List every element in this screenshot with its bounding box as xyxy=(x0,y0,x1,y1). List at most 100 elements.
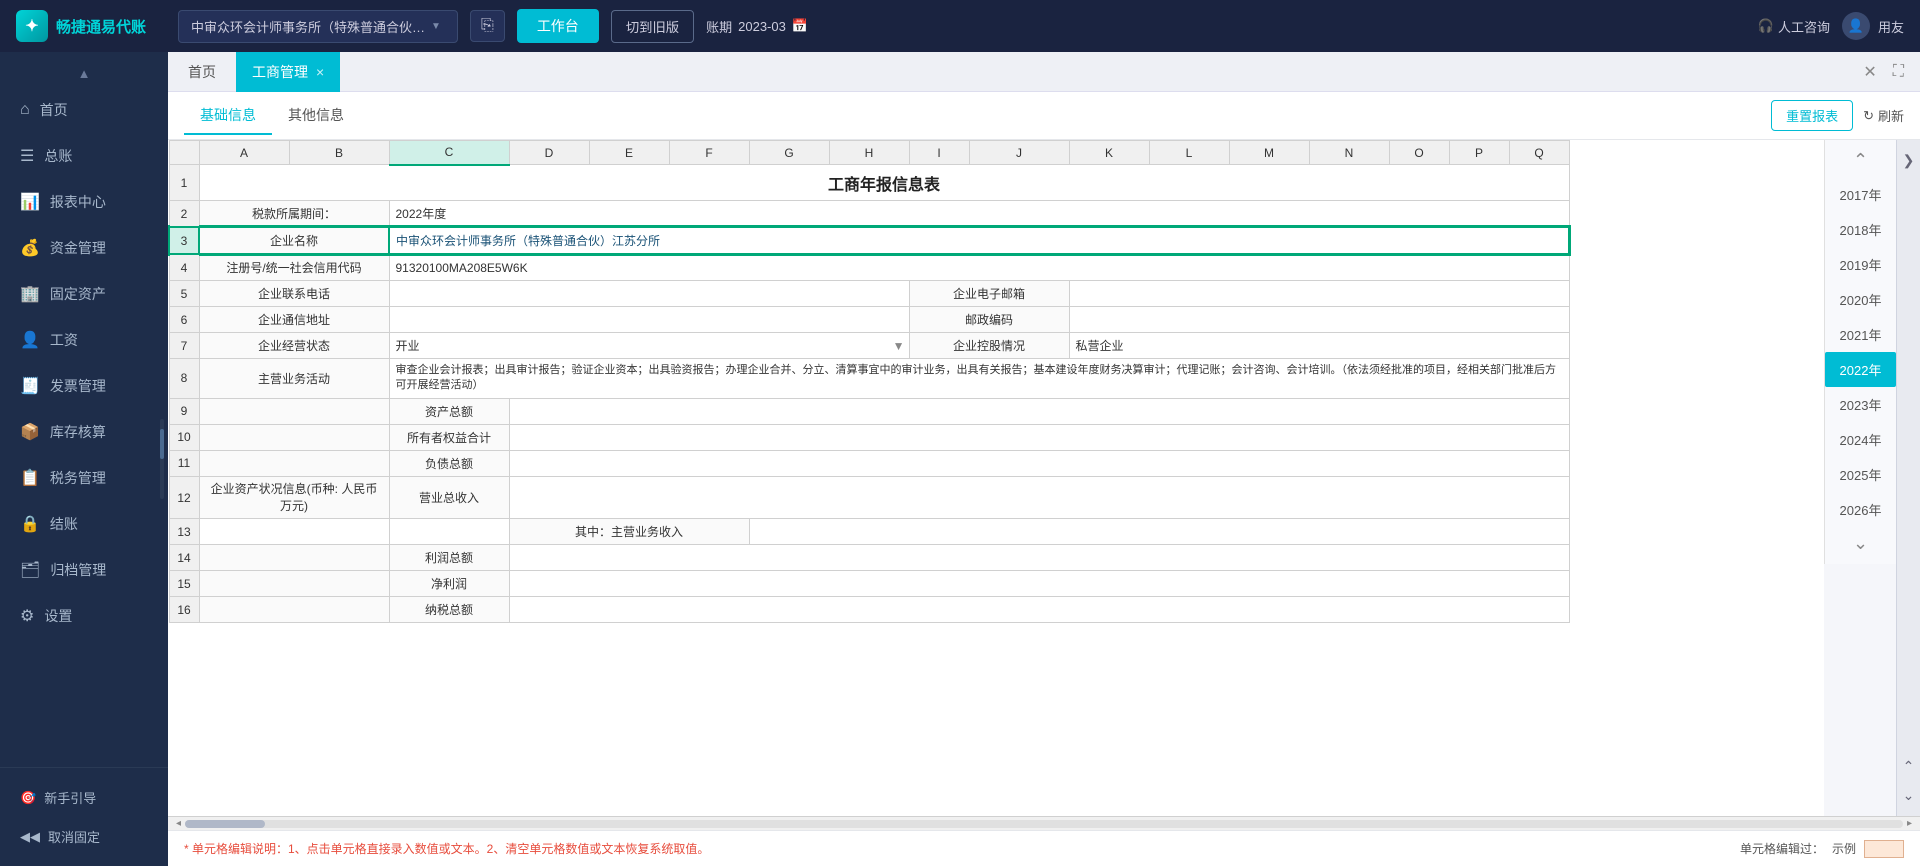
sub-tab-other[interactable]: 其他信息 xyxy=(272,97,360,135)
company-selector[interactable]: 中审众环会计师事务所（特殊普通合伙… ▼ xyxy=(178,10,458,43)
calendar-icon[interactable]: 📅 xyxy=(792,18,808,34)
row-num-16: 16 xyxy=(169,597,199,623)
year-nav-up[interactable]: ⌃ xyxy=(1825,144,1896,177)
biz-status-value[interactable]: 开业 ▼ xyxy=(389,333,909,359)
sidebar-label-home: 首页 xyxy=(40,100,68,120)
liabilities-label: 负债总额 xyxy=(389,450,509,476)
reset-report-button[interactable]: 重置报表 xyxy=(1771,100,1853,131)
workbench-button[interactable]: 工作台 xyxy=(517,9,599,43)
scroll-up-button[interactable]: ⌃ xyxy=(1899,754,1919,779)
year-2025[interactable]: 2025年 xyxy=(1825,457,1896,492)
year-2017[interactable]: 2017年 xyxy=(1825,177,1896,212)
row-num-11: 11 xyxy=(169,450,199,476)
postcode-value[interactable] xyxy=(1069,307,1569,333)
phone-value[interactable] xyxy=(389,281,909,307)
chevron-down-icon: ⌄ xyxy=(1853,533,1868,554)
row-num-6: 6 xyxy=(169,307,199,333)
table-container[interactable]: A B C D E F G H I J K L M xyxy=(168,140,1824,816)
sidebar-item-unpin[interactable]: ◀◀ 取消固定 xyxy=(0,817,168,856)
version-switch-button[interactable]: 切到旧版 xyxy=(611,10,694,43)
tab-close-icon[interactable]: × xyxy=(316,64,324,80)
col-header-c[interactable]: C xyxy=(389,141,509,165)
net-profit-value[interactable] xyxy=(509,571,1569,597)
table-row: 9 资产总额 xyxy=(169,398,1569,424)
sheet-title: 工商年报信息表 xyxy=(199,165,1569,201)
window-close-button[interactable]: ✕ xyxy=(1859,58,1880,86)
year-2023[interactable]: 2023年 xyxy=(1825,387,1896,422)
tab-home[interactable]: 首页 xyxy=(168,52,236,92)
total-revenue-value[interactable] xyxy=(509,476,1569,519)
dropdown-arrow-icon: ▼ xyxy=(893,339,905,353)
main-revenue-value[interactable] xyxy=(749,519,1569,545)
row-num-8: 8 xyxy=(169,359,199,399)
sidebar-item-wage[interactable]: 👤 工资 xyxy=(0,317,168,363)
tab-gongshang[interactable]: 工商管理 × xyxy=(236,52,340,92)
year-2026[interactable]: 2026年 xyxy=(1825,492,1896,527)
row-num-3: 3 xyxy=(169,227,199,254)
sidebar-item-report[interactable]: 📊 报表中心 xyxy=(0,179,168,225)
copy-button[interactable]: ⎘ xyxy=(470,10,505,42)
col-header-l: L xyxy=(1149,141,1229,165)
empty-13b xyxy=(389,519,509,545)
email-value[interactable] xyxy=(1069,281,1569,307)
year-2019[interactable]: 2019年 xyxy=(1825,247,1896,282)
reg-code-value[interactable]: 91320100MA208E5W6K xyxy=(389,254,1569,281)
sidebar-item-home[interactable]: ⌂ 首页 xyxy=(0,87,168,133)
sidebar-item-guide[interactable]: 🎯 新手引导 xyxy=(0,778,168,817)
sidebar-item-tax[interactable]: 📋 税务管理 xyxy=(0,455,168,501)
sub-tab-basic[interactable]: 基础信息 xyxy=(184,97,272,135)
sidebar-scroll-up[interactable]: ▲ xyxy=(0,60,168,87)
sidebar-item-archive[interactable]: 🗂 归档管理 xyxy=(0,547,168,593)
scroll-right-arrow[interactable]: ▸ xyxy=(1903,818,1916,829)
year-2024[interactable]: 2024年 xyxy=(1825,422,1896,457)
sidebar-label-invoice: 发票管理 xyxy=(50,376,106,396)
liabilities-value[interactable] xyxy=(509,450,1569,476)
total-tax-value[interactable] xyxy=(509,597,1569,623)
user-area[interactable]: 👤 用友 xyxy=(1842,12,1904,40)
company-name-value[interactable]: 中审众环会计师事务所（特殊普通合伙）江苏分所 xyxy=(389,227,1569,254)
total-profit-value[interactable] xyxy=(509,545,1569,571)
year-2022[interactable]: 2022年 xyxy=(1825,352,1896,387)
refresh-button[interactable]: ↻ 刷新 xyxy=(1863,106,1904,125)
total-assets-value[interactable] xyxy=(509,398,1569,424)
h-scrollbar[interactable]: ◂ ▸ xyxy=(168,816,1920,830)
service-button[interactable]: 🎧 人工咨询 xyxy=(1758,17,1830,36)
year-2021[interactable]: 2021年 xyxy=(1825,317,1896,352)
collapse-panel-button[interactable]: ❯ xyxy=(1899,148,1919,173)
inventory-icon: 📦 xyxy=(20,422,40,442)
logo-icon: ✦ xyxy=(16,10,48,42)
h-scroll-track[interactable] xyxy=(185,820,1903,828)
table-wrapper: A B C D E F G H I J K L M xyxy=(168,140,1920,816)
sidebar-item-inventory[interactable]: 📦 库存核算 xyxy=(0,409,168,455)
col-header-p: P xyxy=(1449,141,1509,165)
col-header-g: G xyxy=(749,141,829,165)
year-2020[interactable]: 2020年 xyxy=(1825,282,1896,317)
right-collapse-panel: ❯ ⌃ ⌄ xyxy=(1896,140,1920,816)
col-header-m: M xyxy=(1229,141,1309,165)
tax-period-value[interactable]: 2022年度 xyxy=(389,201,1569,228)
scroll-left-arrow[interactable]: ◂ xyxy=(172,818,185,829)
period-label: 账期 xyxy=(706,17,732,36)
holding-value[interactable]: 私营企业 xyxy=(1069,333,1569,359)
refresh-icon: ↻ xyxy=(1863,108,1874,124)
equity-value[interactable] xyxy=(509,424,1569,450)
cell-edit-label: 单元格编辑过： xyxy=(1740,840,1824,857)
address-value[interactable] xyxy=(389,307,909,333)
year-2018[interactable]: 2018年 xyxy=(1825,212,1896,247)
sidebar-item-asset[interactable]: 🏢 固定资产 xyxy=(0,271,168,317)
scroll-down-button[interactable]: ⌄ xyxy=(1899,783,1919,808)
sample-label: 示例 xyxy=(1832,840,1856,857)
table-row: 2 税款所属期间： 2022年度 xyxy=(169,201,1569,228)
sidebar-item-settings[interactable]: ⚙ 设置 xyxy=(0,593,168,639)
col-header-n: N xyxy=(1309,141,1389,165)
year-nav-down[interactable]: ⌄ xyxy=(1825,527,1896,560)
table-row: 8 主营业务活动 审查企业会计报表；出具审计报告；验证企业资本；出具验资报告；办… xyxy=(169,359,1569,399)
window-expand-button[interactable]: ⛶ xyxy=(1889,59,1908,85)
main-biz-value[interactable]: 审查企业会计报表；出具审计报告；验证企业资本；出具验资报告；办理企业合并、分立、… xyxy=(389,359,1569,399)
table-row: 11 负债总额 xyxy=(169,450,1569,476)
ledger-icon: ☰ xyxy=(20,146,34,166)
sidebar-item-fund[interactable]: 💰 资金管理 xyxy=(0,225,168,271)
sidebar-item-ledger[interactable]: ☰ 总账 xyxy=(0,133,168,179)
sidebar-item-invoice[interactable]: 🧾 发票管理 xyxy=(0,363,168,409)
sidebar-item-close[interactable]: 🔒 结账 xyxy=(0,501,168,547)
